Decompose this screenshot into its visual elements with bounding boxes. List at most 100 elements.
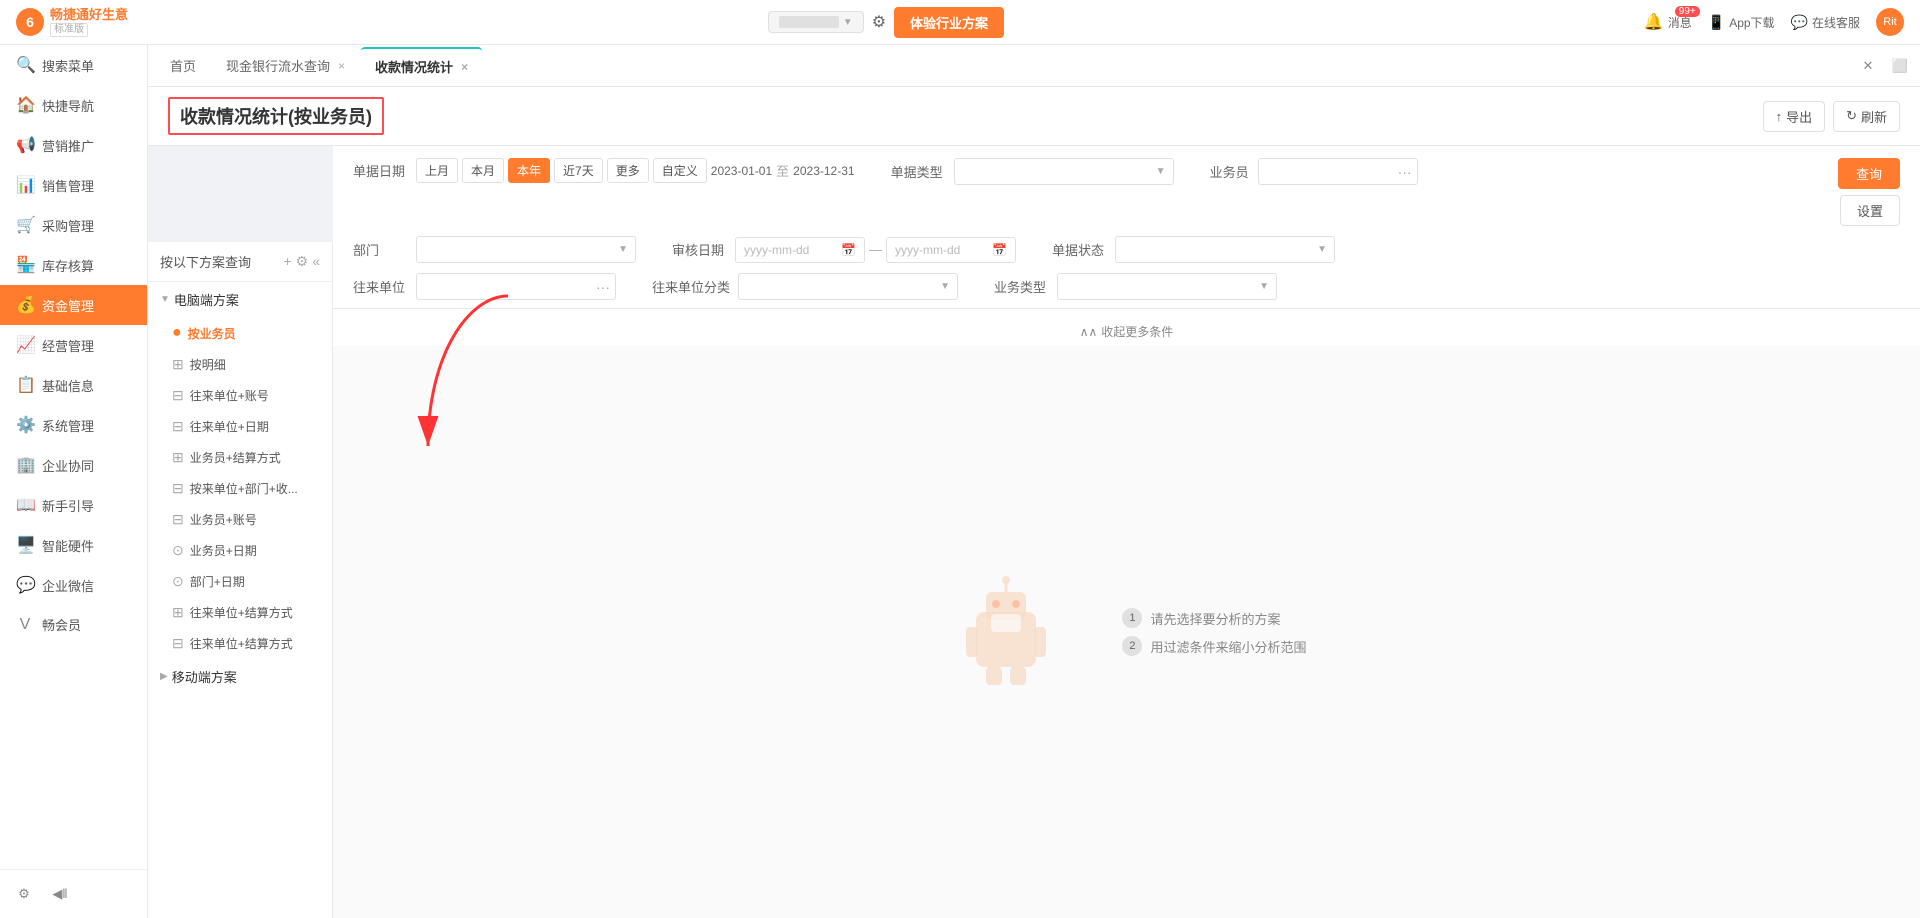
results-area: 1 请先选择要分析的方案 2 用过滤条件来缩小分析范围	[333, 346, 1920, 918]
tab-bank-flow[interactable]: 现金银行流水查询 ×	[212, 48, 359, 83]
scheme-settings-btn[interactable]: ⚙	[296, 253, 309, 270]
date-7days-btn[interactable]: 近7天	[554, 158, 603, 183]
sidebar-item-wechat[interactable]: 💬 企业微信	[0, 565, 147, 605]
purchase-icon: 🛒	[16, 215, 34, 235]
logo-area: 6 畅捷通好生意 标准版	[16, 7, 128, 37]
user-avatar[interactable]: Rit	[1876, 8, 1904, 36]
sidebar-item-enterprise[interactable]: 🏢 企业协同	[0, 445, 147, 485]
empty-step-2: 2 用过滤条件来缩小分析范围	[1122, 636, 1306, 656]
date-this-month-btn[interactable]: 本月	[462, 158, 504, 183]
scheme-item-partner-settlement2[interactable]: ⊟ 往来单位+结算方式	[148, 628, 332, 659]
scheme-panel-actions: + ⚙ «	[283, 253, 320, 270]
sidebar-item-inventory[interactable]: 🏪 库存核算	[0, 245, 147, 285]
app-download-btn[interactable]: 📱 App下载	[1708, 14, 1775, 31]
sidebar-settings-btn[interactable]: ⚙	[10, 880, 38, 908]
maximize-window-btn[interactable]: ⬜	[1888, 54, 1912, 78]
scheme-item-detail[interactable]: ⊞ 按明细	[148, 349, 332, 380]
dept-select[interactable]	[416, 236, 636, 263]
sidebar-item-quicknav[interactable]: 🏠 快捷导航	[0, 85, 147, 125]
doc-status-label: 单据状态	[1052, 240, 1107, 259]
tab-collection-stats[interactable]: 收款情况统计 ×	[361, 47, 482, 84]
scheme-collapse-btn[interactable]: «	[312, 253, 320, 270]
scheme-item-dept-date[interactable]: ⊙ 部门+日期	[148, 566, 332, 597]
refresh-btn[interactable]: ↻ 刷新	[1833, 101, 1900, 132]
online-service-btn[interactable]: 💬 在线客服	[1791, 14, 1860, 31]
sidebar-item-basic[interactable]: 📋 基础信息	[0, 365, 147, 405]
review-date-from-icon: 📅	[841, 243, 856, 257]
sidebar-collapse-btn[interactable]: ◀‖	[46, 880, 74, 908]
scheme-item-partner-date[interactable]: ⊟ 往来单位+日期	[148, 411, 332, 442]
salesperson-settlement-icon: ⊞	[172, 449, 184, 466]
review-date-to-icon: 📅	[992, 243, 1007, 257]
doc-status-select[interactable]	[1115, 236, 1335, 263]
export-label: 导出	[1786, 107, 1812, 126]
settings-icon[interactable]: ⚙	[872, 12, 886, 32]
filter-section: 单据日期 上月 本月 本年 近7天 更多 自定义 2023-01-01 至 20…	[333, 146, 1920, 309]
date-custom-btn[interactable]: 自定义	[653, 158, 707, 183]
review-date-from[interactable]: yyyy-mm-dd 📅	[735, 237, 865, 263]
settings-btn[interactable]: 设置	[1840, 195, 1900, 226]
sidebar-item-finance[interactable]: 💰 资金管理	[0, 285, 147, 325]
scheme-item-salesperson-date[interactable]: ⊙ 业务员+日期	[148, 535, 332, 566]
scheme-item-salesperson[interactable]: ● 按业务员	[148, 317, 332, 349]
tab-collection-stats-close[interactable]: ×	[461, 60, 468, 74]
tab-home[interactable]: 首页	[156, 48, 210, 83]
date-label: 单据日期	[353, 161, 408, 180]
review-date-to[interactable]: yyyy-mm-dd 📅	[886, 237, 1016, 263]
scheme-item-salesperson-date-label: 业务员+日期	[190, 542, 257, 559]
sidebar-item-system[interactable]: ⚙️ 系统管理	[0, 405, 147, 445]
scheme-item-partner-account[interactable]: ⊟ 往来单位+账号	[148, 380, 332, 411]
scheme-item-salesperson-settlement[interactable]: ⊞ 业务员+结算方式	[148, 442, 332, 473]
salesperson-date-icon: ⊙	[172, 542, 184, 559]
tab-bank-flow-label: 现金银行流水查询	[226, 56, 330, 75]
scheme-group-desktop-header[interactable]: ▼ 电脑端方案	[148, 282, 332, 317]
doc-type-select[interactable]	[954, 158, 1174, 185]
header-right: 🔔 消息 99+ 📱 App下载 💬 在线客服 Rit	[1644, 8, 1904, 36]
business-type-label: 业务类型	[994, 277, 1049, 296]
business-type-select[interactable]	[1057, 273, 1277, 300]
scheme-item-partner-settlement1[interactable]: ⊞ 往来单位+结算方式	[148, 597, 332, 628]
business-type-wrapper: ▼	[1057, 273, 1277, 300]
export-btn[interactable]: ↑ 导出	[1763, 101, 1826, 132]
sidebar-item-hardware[interactable]: 🖥️ 智能硬件	[0, 525, 147, 565]
partner-category-select[interactable]	[738, 273, 958, 300]
query-btn[interactable]: 查询	[1838, 158, 1900, 189]
header-center: ▼ ⚙ 体验行业方案	[768, 7, 1004, 38]
scheme-item-salesperson-settlement-label: 业务员+结算方式	[190, 449, 281, 466]
scheme-item-salesperson-account[interactable]: ⊟ 业务员+账号	[148, 504, 332, 535]
date-more-btn[interactable]: 更多	[607, 158, 649, 183]
sidebar-item-search[interactable]: 🔍 搜索菜单	[0, 45, 147, 85]
sidebar-item-guide[interactable]: 📖 新手引导	[0, 485, 147, 525]
partner-input[interactable]	[416, 273, 616, 300]
tab-bank-flow-close[interactable]: ×	[338, 59, 345, 73]
scheme-item-partner-dept-label: 按来单位+部门+收...	[190, 480, 298, 497]
scheme-group-mobile-header[interactable]: ▶ 移动端方案	[148, 659, 332, 694]
sales-icon: 📊	[16, 175, 34, 195]
partner-category-wrapper: ▼	[738, 273, 958, 300]
scheme-item-partner-settlement2-label: 往来单位+结算方式	[190, 635, 293, 652]
partner-more-icon[interactable]: ···	[596, 279, 610, 295]
sidebar-item-vip[interactable]: V 畅会员	[0, 605, 147, 644]
sidebar-item-marketing[interactable]: 📢 营销推广	[0, 125, 147, 165]
workspace-selector[interactable]: ▼	[768, 11, 864, 33]
salesperson-more-icon[interactable]: ···	[1398, 164, 1412, 180]
date-this-year-btn[interactable]: 本年	[508, 158, 550, 183]
dept-date-icon: ⊙	[172, 573, 184, 590]
salesperson-input[interactable]	[1258, 158, 1418, 185]
scheme-item-salesperson-label: 按业务员	[188, 325, 236, 342]
date-last-month-btn[interactable]: 上月	[416, 158, 458, 183]
sidebar-quicknav-label: 快捷导航	[42, 96, 94, 115]
system-icon: ⚙️	[16, 415, 34, 435]
sidebar-item-operations[interactable]: 📈 经营管理	[0, 325, 147, 365]
review-date-from-placeholder: yyyy-mm-dd	[744, 243, 809, 257]
sidebar-item-purchase[interactable]: 🛒 采购管理	[0, 205, 147, 245]
scheme-add-btn[interactable]: +	[283, 253, 291, 270]
notifications-btn[interactable]: 🔔 消息 99+	[1644, 12, 1692, 32]
trial-button[interactable]: 体验行业方案	[894, 7, 1004, 38]
sidebar-sales-label: 销售管理	[42, 176, 94, 195]
close-window-btn[interactable]: ✕	[1856, 54, 1880, 78]
collapse-conditions-btn[interactable]: ∧∧ 收起更多条件	[1080, 323, 1174, 340]
sidebar-item-sales[interactable]: 📊 销售管理	[0, 165, 147, 205]
scheme-item-partner-dept[interactable]: ⊟ 按来单位+部门+收...	[148, 473, 332, 504]
sidebar-hardware-label: 智能硬件	[42, 536, 94, 555]
